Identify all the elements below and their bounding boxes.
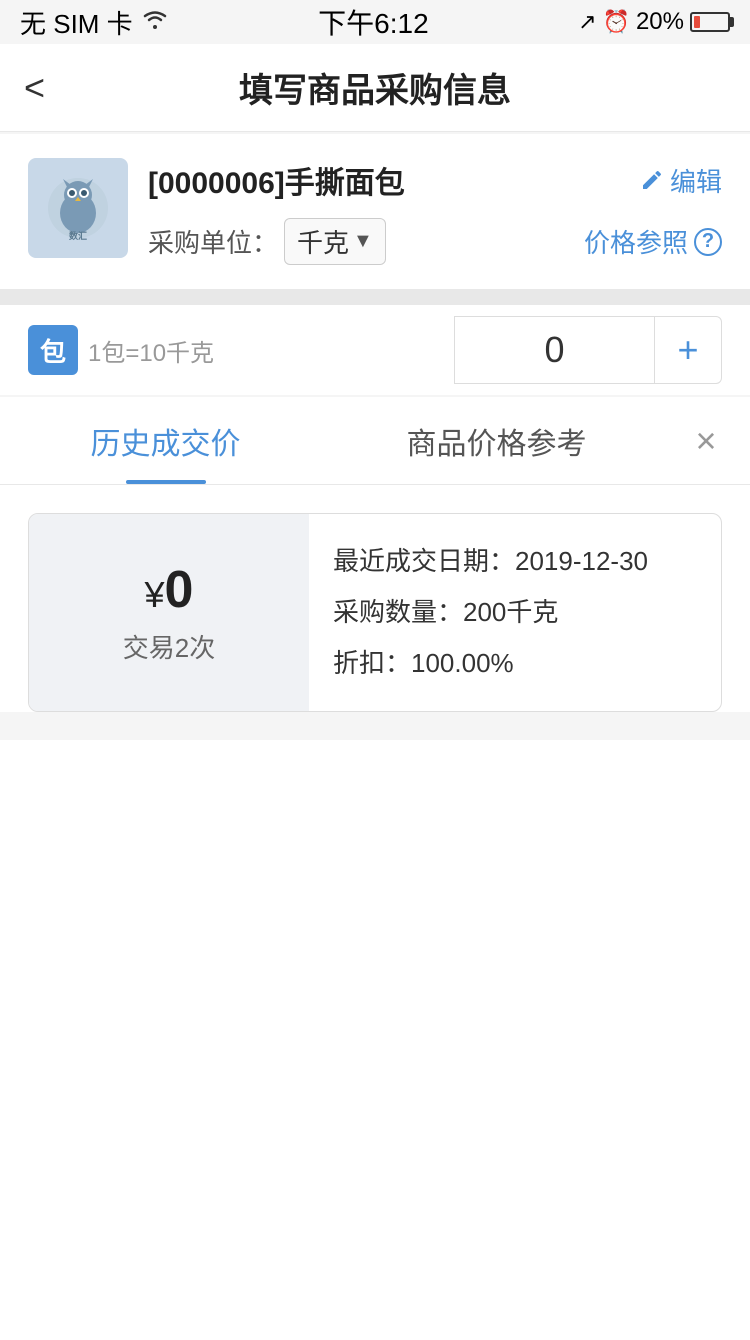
status-time: 下午6:12 — [318, 2, 429, 42]
recent-date-value: 2019-12-30 — [515, 546, 648, 576]
product-info: [0000006]手撕面包 编辑 采购单位： 千克 ▼ 价格 — [148, 158, 722, 265]
unit-label: 采购单位： — [148, 223, 278, 260]
status-bar: 无 SIM 卡 下午6:12 ↗ ⏰ 20% — [0, 0, 750, 44]
tab-product-price-ref-label: 商品价格参考 — [407, 419, 587, 463]
battery-icon — [690, 12, 730, 32]
product-name-row: [0000006]手撕面包 编辑 — [148, 158, 722, 202]
svg-text:数汇: 数汇 — [69, 230, 87, 241]
edit-button[interactable]: 编辑 — [640, 162, 722, 199]
status-right: ↗ ⏰ 20% — [578, 8, 730, 36]
discount-label: 折扣： — [333, 648, 411, 678]
no-sim-label: 无 SIM 卡 — [20, 4, 133, 41]
card-price-section: ¥0 交易2次 — [29, 514, 309, 711]
dropdown-arrow-icon: ▼ — [353, 230, 373, 253]
page-title: 填写商品采购信息 — [239, 63, 511, 112]
tab-history-price-label: 历史成交价 — [91, 419, 241, 463]
qty-unit-box: 包 — [28, 325, 78, 375]
help-circle-icon: ? — [694, 228, 722, 256]
currency-symbol: ¥ — [145, 574, 165, 615]
price-ref-button[interactable]: 价格参照 ? — [584, 223, 722, 260]
battery-percent: 20% — [636, 8, 684, 36]
unit-select[interactable]: 千克 ▼ — [284, 218, 386, 265]
discount-value: 100.00% — [411, 648, 514, 678]
close-icon: × — [695, 420, 716, 462]
transaction-card: ¥0 交易2次 最近成交日期：2019-12-30 采购数量：200千克 折扣：… — [28, 513, 722, 712]
price-ref-label: 价格参照 — [584, 223, 688, 260]
recent-date-label: 最近成交日期： — [333, 546, 515, 576]
qty-label-group: 包 1包=10千克 — [28, 325, 214, 375]
unit-value: 千克 — [297, 223, 349, 260]
product-header: 数汇 [0000006]手撕面包 编辑 采购单位： 千克 ▼ — [28, 158, 722, 265]
edit-label: 编辑 — [670, 162, 722, 199]
alarm-icon: ⏰ — [603, 9, 630, 35]
purchase-qty-label: 采购数量： — [333, 597, 463, 627]
card-details-section: 最近成交日期：2019-12-30 采购数量：200千克 折扣：100.00% — [309, 514, 721, 711]
qty-conversion-text: 1包=10千克 — [88, 333, 214, 368]
discount-row: 折扣：100.00% — [333, 644, 697, 683]
recent-date-row: 最近成交日期：2019-12-30 — [333, 542, 697, 581]
product-unit-row: 采购单位： 千克 ▼ 价格参照 ? — [148, 218, 722, 265]
tab-product-price-ref[interactable]: 商品价格参考 — [331, 397, 662, 484]
back-button[interactable]: < — [24, 67, 45, 109]
edit-icon — [640, 168, 664, 192]
trade-count: 交易2次 — [123, 628, 215, 665]
tabs-header: 历史成交价 商品价格参考 × — [0, 397, 750, 485]
plus-icon: + — [677, 329, 698, 371]
location-icon: ↗ — [578, 9, 596, 35]
tab-close-button[interactable]: × — [662, 397, 750, 485]
product-logo: 数汇 — [43, 173, 113, 243]
tabs-section: 历史成交价 商品价格参考 × ¥0 交易2次 最近成交日期：2019-12-30… — [0, 397, 750, 712]
qty-input-group: + — [454, 316, 722, 384]
tab-active-underline — [126, 480, 206, 484]
lower-white-area — [0, 740, 750, 1340]
wifi-icon — [141, 7, 169, 38]
qty-plus-button[interactable]: + — [654, 316, 722, 384]
quantity-input[interactable] — [454, 316, 654, 384]
purchase-qty-row: 采购数量：200千克 — [333, 593, 697, 632]
quantity-row: 包 1包=10千克 + — [0, 305, 750, 395]
purchase-qty-value: 200千克 — [463, 597, 558, 627]
tab-history-price[interactable]: 历史成交价 — [0, 397, 331, 484]
price-value: 0 — [165, 561, 194, 619]
unit-selector-group: 采购单位： 千克 ▼ — [148, 218, 386, 265]
status-left: 无 SIM 卡 — [20, 4, 169, 41]
product-card: 数汇 [0000006]手撕面包 编辑 采购单位： 千克 ▼ — [0, 134, 750, 289]
qty-unit-label: 包 — [40, 332, 66, 369]
product-thumbnail: 数汇 — [28, 158, 128, 258]
nav-bar: < 填写商品采购信息 — [0, 44, 750, 132]
product-name: [0000006]手撕面包 — [148, 158, 405, 202]
gray-divider — [0, 289, 750, 305]
price-display: ¥0 — [145, 560, 194, 620]
